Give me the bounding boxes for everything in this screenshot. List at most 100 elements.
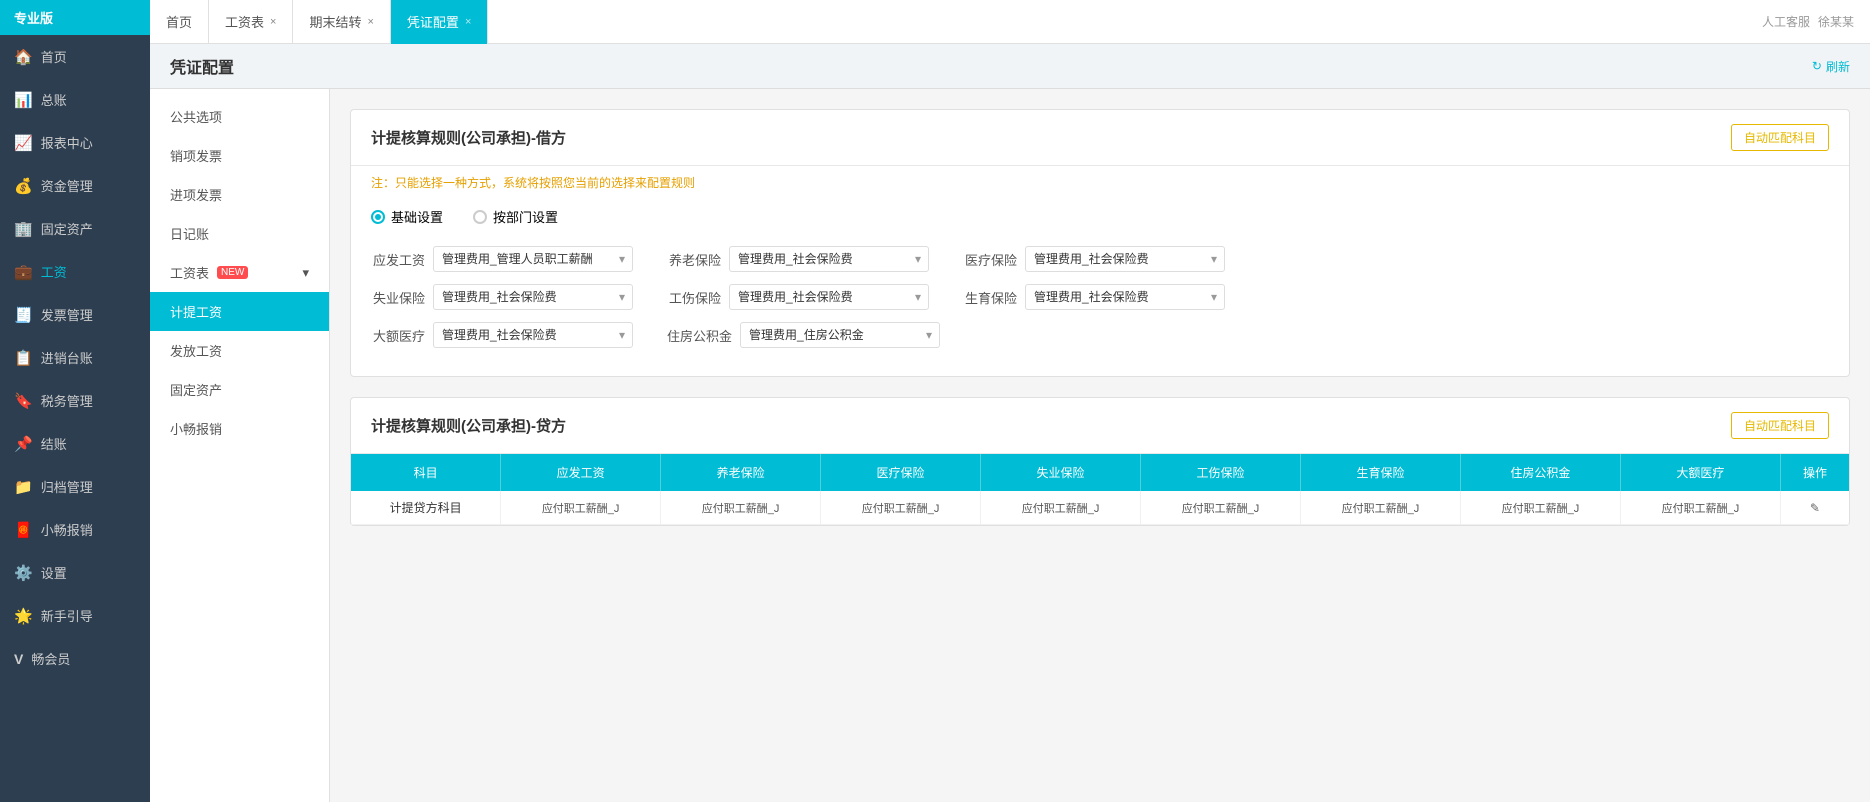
major-medical-select[interactable]: 管理费用_社会保险费 xyxy=(433,322,633,348)
housing-fund-select[interactable]: 管理费用_住房公积金 xyxy=(740,322,940,348)
row-edit-action[interactable]: ✎ xyxy=(1780,491,1849,525)
col-unemployment: 失业保险 xyxy=(981,454,1141,491)
col-housing-fund: 住房公积金 xyxy=(1460,454,1620,491)
new-badge: NEW xyxy=(217,266,248,279)
sidebar-label-archive: 归档管理 xyxy=(41,477,93,496)
sidebar-item-capital[interactable]: 💰 资金管理 xyxy=(0,164,150,207)
maternity-select[interactable]: 管理费用_社会保险费 xyxy=(1025,284,1225,310)
page-title: 凭证配置 xyxy=(170,54,234,78)
tab-payroll-table-label: 工资表 xyxy=(225,12,264,31)
housing-fund-label: 住房公积金 xyxy=(667,326,732,345)
sidebar-item-ledger[interactable]: 📊 总账 xyxy=(0,78,150,121)
capital-icon: 💰 xyxy=(14,177,33,195)
sidebar-item-sales[interactable]: 📋 进销台账 xyxy=(0,336,150,379)
debit-section: 计提核算规则(公司承担)-借方 自动匹配科目 注：只能选择一种方式，系统将按照您… xyxy=(350,109,1850,377)
nav-journal-label: 日记账 xyxy=(170,224,209,243)
nav-payroll-issue[interactable]: 发放工资 xyxy=(150,331,329,370)
guide-icon: 🌟 xyxy=(14,607,33,625)
radio-dept-label: 按部门设置 xyxy=(493,207,558,226)
tab-home-label: 首页 xyxy=(166,12,192,31)
row-salary-val: 应付职工薪酬_J xyxy=(501,491,661,525)
sidebar: 专业版 🏠 首页 📊 总账 📈 报表中心 💰 资金管理 🏢 固定资产 💼 工资 … xyxy=(0,0,150,802)
nav-arrow-icon: ▾ xyxy=(302,265,309,281)
sidebar-item-tax[interactable]: 🔖 税务管理 xyxy=(0,379,150,422)
field-pension: 养老保险 管理费用_社会保险费 xyxy=(667,246,947,272)
nav-purchase-invoice-label: 进项发票 xyxy=(170,185,222,204)
sidebar-label-sales: 进销台账 xyxy=(41,348,93,367)
nav-xiaochang-expense[interactable]: 小畅报销 xyxy=(150,409,329,448)
sidebar-label-xiaochang: 小畅报销 xyxy=(41,520,93,539)
sidebar-item-settings[interactable]: ⚙️ 设置 xyxy=(0,551,150,594)
main-area: 首页 工资表 × 期末结转 × 凭证配置 × 人工客服 徐某某 凭证配置 ↻ 刷… xyxy=(150,0,1870,802)
nav-payroll-calc-label: 计提工资 xyxy=(170,302,222,321)
page-header: 凭证配置 ↻ 刷新 xyxy=(150,44,1870,89)
pension-select-wrapper: 管理费用_社会保险费 xyxy=(729,246,929,272)
radio-basic-circle xyxy=(371,210,385,224)
tab-voucher-config-label: 凭证配置 xyxy=(407,12,459,31)
content-area: 公共选项 销项发票 进项发票 日记账 工资表 NEW ▾ 计提工资 xyxy=(150,89,1870,802)
sidebar-label-payroll: 工资 xyxy=(41,262,67,281)
sidebar-item-payroll[interactable]: 💼 工资 xyxy=(0,250,150,293)
radio-basic-label: 基础设置 xyxy=(391,207,443,226)
maternity-select-wrapper: 管理费用_社会保险费 xyxy=(1025,284,1225,310)
sidebar-item-vip[interactable]: V 畅会员 xyxy=(0,637,150,680)
tab-home[interactable]: 首页 xyxy=(150,0,209,44)
unemployment-label: 失业保险 xyxy=(371,288,425,307)
tab-voucher-close-icon[interactable]: × xyxy=(465,16,471,28)
credit-table-header: 科目 应发工资 养老保险 医疗保险 失业保险 工伤保险 生育保险 住房公积金 大… xyxy=(351,454,1849,491)
row-injury-val: 应付职工薪酬_J xyxy=(1141,491,1301,525)
col-pension: 养老保险 xyxy=(661,454,821,491)
sidebar-item-invoice[interactable]: 🧾 发票管理 xyxy=(0,293,150,336)
nav-payroll-table[interactable]: 工资表 NEW ▾ xyxy=(150,253,329,292)
tab-payroll-table[interactable]: 工资表 × xyxy=(209,0,293,44)
unemployment-select[interactable]: 管理费用_社会保险费 xyxy=(433,284,633,310)
pension-select[interactable]: 管理费用_社会保险费 xyxy=(729,246,929,272)
nav-public[interactable]: 公共选项 xyxy=(150,97,329,136)
credit-auto-match-button[interactable]: 自动匹配科目 xyxy=(1731,412,1829,439)
sidebar-item-archive[interactable]: 📁 归档管理 xyxy=(0,465,150,508)
maternity-label: 生育保险 xyxy=(963,288,1017,307)
medical-select[interactable]: 管理费用_社会保险费 xyxy=(1025,246,1225,272)
tab-period-close-icon[interactable]: × xyxy=(367,16,373,28)
tab-payroll-close-icon[interactable]: × xyxy=(270,16,276,28)
salary-select[interactable]: 管理费用_管理人员职工薪酬 xyxy=(433,246,633,272)
sidebar-item-home[interactable]: 🏠 首页 xyxy=(0,35,150,78)
sidebar-label-settings: 设置 xyxy=(41,563,67,582)
sidebar-item-assets[interactable]: 🏢 固定资产 xyxy=(0,207,150,250)
salary-select-wrapper: 管理费用_管理人员职工薪酬 xyxy=(433,246,633,272)
sidebar-item-closing[interactable]: 📌 结账 xyxy=(0,422,150,465)
row-subject-label: 计提贷方科目 xyxy=(351,491,501,525)
archive-icon: 📁 xyxy=(14,478,33,496)
closing-icon: 📌 xyxy=(14,435,33,453)
col-injury: 工伤保险 xyxy=(1141,454,1301,491)
sidebar-item-guide[interactable]: 🌟 新手引导 xyxy=(0,594,150,637)
debit-form-row-1: 应发工资 管理费用_管理人员职工薪酬 养老保险 管理费用 xyxy=(371,246,1829,272)
tax-icon: 🔖 xyxy=(14,392,33,410)
debit-radio-group: 基础设置 按部门设置 xyxy=(351,199,1849,238)
row-medical-val: 应付职工薪酬_J xyxy=(821,491,981,525)
sidebar-item-reports[interactable]: 📈 报表中心 xyxy=(0,121,150,164)
row-pension-val: 应付职工薪酬_J xyxy=(661,491,821,525)
edit-icon[interactable]: ✎ xyxy=(1810,501,1820,515)
nav-purchase-invoice[interactable]: 进项发票 xyxy=(150,175,329,214)
debit-form-row-3: 大额医疗 管理费用_社会保险费 住房公积金 管理费用_住 xyxy=(371,322,1829,348)
refresh-button[interactable]: ↻ 刷新 xyxy=(1812,58,1850,75)
nav-payroll-calc[interactable]: 计提工资 xyxy=(150,292,329,331)
debit-section-title: 计提核算规则(公司承担)-借方 xyxy=(371,127,566,148)
nav-journal[interactable]: 日记账 xyxy=(150,214,329,253)
row-major-medical-val: 应付职工薪酬_J xyxy=(1620,491,1780,525)
sidebar-item-xiaochang[interactable]: 🧧 小畅报销 xyxy=(0,508,150,551)
tab-period-closing[interactable]: 期末结转 × xyxy=(293,0,390,44)
vip-icon: V xyxy=(14,651,23,667)
nav-sales-invoice[interactable]: 销项发票 xyxy=(150,136,329,175)
credit-table: 科目 应发工资 养老保险 医疗保险 失业保险 工伤保险 生育保险 住房公积金 大… xyxy=(351,454,1849,525)
radio-basic[interactable]: 基础设置 xyxy=(371,207,443,226)
col-subject: 科目 xyxy=(351,454,501,491)
nav-fixed-assets[interactable]: 固定资产 xyxy=(150,370,329,409)
radio-dept[interactable]: 按部门设置 xyxy=(473,207,558,226)
injury-select[interactable]: 管理费用_社会保险费 xyxy=(729,284,929,310)
tab-voucher-config[interactable]: 凭证配置 × xyxy=(391,0,488,44)
debit-auto-match-button[interactable]: 自动匹配科目 xyxy=(1731,124,1829,151)
nav-xiaochang-expense-label: 小畅报销 xyxy=(170,419,222,438)
left-nav: 公共选项 销项发票 进项发票 日记账 工资表 NEW ▾ 计提工资 xyxy=(150,89,330,802)
